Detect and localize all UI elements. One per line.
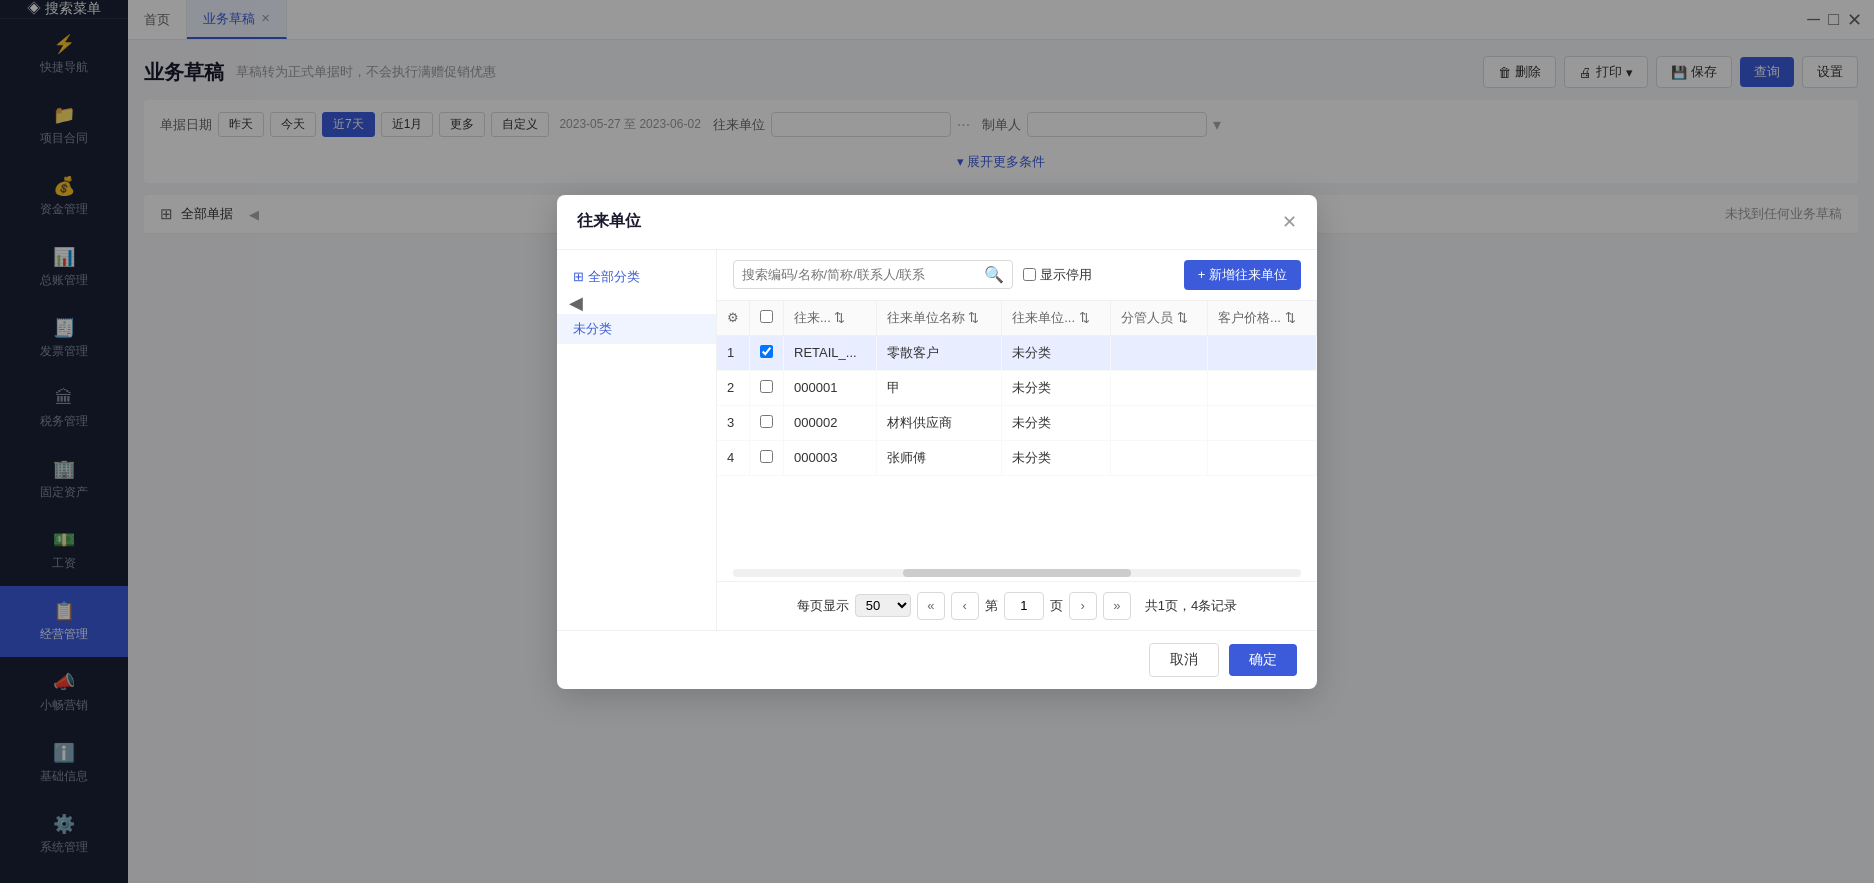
- show-disabled-label[interactable]: 显示停用: [1023, 266, 1092, 284]
- col-settings: ⚙: [717, 301, 750, 336]
- col-manager[interactable]: 分管人员 ⇅: [1111, 301, 1208, 336]
- row-num: 3: [717, 405, 750, 440]
- row-checkbox[interactable]: [750, 335, 784, 370]
- row-checkbox[interactable]: [750, 370, 784, 405]
- next-page-button[interactable]: ›: [1069, 592, 1097, 620]
- category-item-unclassified[interactable]: 未分类: [557, 314, 716, 344]
- row-manager: [1111, 370, 1208, 405]
- row-num: 2: [717, 370, 750, 405]
- row-checkbox[interactable]: [750, 440, 784, 475]
- dialog-right-panel: 🔍 显示停用 + 新增往来单位 ⚙ 往来... ⇅ 往来单位名称 ⇅: [717, 250, 1317, 630]
- scrollbar-thumb: [903, 569, 1130, 577]
- table-row[interactable]: 4 000003 张师傅 未分类: [717, 440, 1317, 475]
- row-name: 甲: [876, 370, 1002, 405]
- sort-icon: ⇅: [1177, 310, 1188, 325]
- dialog-left-panel: ⊞ 全部分类 ◀ 未分类: [557, 250, 717, 630]
- row-price: [1208, 405, 1317, 440]
- col-price[interactable]: 客户价格... ⇅: [1208, 301, 1317, 336]
- sort-icon: ⇅: [968, 310, 979, 325]
- col-category[interactable]: 往来单位... ⇅: [1002, 301, 1111, 336]
- confirm-button[interactable]: 确定: [1229, 644, 1297, 676]
- row-price: [1208, 335, 1317, 370]
- row-name: 零散客户: [876, 335, 1002, 370]
- row-code: RETAIL_...: [784, 335, 877, 370]
- per-page-select[interactable]: 50 100 200: [855, 594, 911, 617]
- page-label: 第: [985, 597, 998, 615]
- table-row[interactable]: 3 000002 材料供应商 未分类: [717, 405, 1317, 440]
- dialog-table-scroll[interactable]: ⚙ 往来... ⇅ 往来单位名称 ⇅ 往来单位... ⇅ 分管人员 ⇅ 客户价格…: [717, 301, 1317, 565]
- table-row[interactable]: 1 RETAIL_... 零散客户 未分类: [717, 335, 1317, 370]
- dialog-title: 往来单位: [577, 211, 641, 232]
- col-code[interactable]: 往来... ⇅: [784, 301, 877, 336]
- search-icon: 🔍: [984, 265, 1004, 284]
- page-input[interactable]: [1004, 592, 1044, 620]
- show-disabled-checkbox[interactable]: [1023, 268, 1036, 281]
- per-page-label: 每页显示: [797, 597, 849, 615]
- row-num: 4: [717, 440, 750, 475]
- row-manager: [1111, 405, 1208, 440]
- add-trading-unit-button[interactable]: + 新增往来单位: [1184, 260, 1301, 290]
- dialog-header: 往来单位 ✕: [557, 195, 1317, 250]
- prev-page-button[interactable]: ‹: [951, 592, 979, 620]
- dialog-body: ⊞ 全部分类 ◀ 未分类 🔍 显示停用 + 新增往来单位: [557, 250, 1317, 630]
- row-name: 张师傅: [876, 440, 1002, 475]
- dialog-table: ⚙ 往来... ⇅ 往来单位名称 ⇅ 往来单位... ⇅ 分管人员 ⇅ 客户价格…: [717, 301, 1317, 476]
- search-box: 🔍: [733, 260, 1013, 289]
- select-all-checkbox[interactable]: [760, 310, 773, 323]
- right-toolbar: 🔍 显示停用 + 新增往来单位: [717, 250, 1317, 301]
- cancel-button[interactable]: 取消: [1149, 643, 1219, 677]
- horizontal-scrollbar[interactable]: [733, 569, 1301, 577]
- sort-icon: ⇅: [1285, 310, 1296, 325]
- collapse-left-btn[interactable]: ◀: [557, 293, 595, 313]
- dialog-close-button[interactable]: ✕: [1282, 211, 1297, 233]
- sort-icon: ⇅: [1079, 310, 1090, 325]
- page-suffix: 页: [1050, 597, 1063, 615]
- row-checkbox[interactable]: [750, 405, 784, 440]
- row-manager: [1111, 440, 1208, 475]
- category-all[interactable]: ⊞ 全部分类: [557, 262, 716, 292]
- row-name: 材料供应商: [876, 405, 1002, 440]
- row-code: 000003: [784, 440, 877, 475]
- col-checkbox: [750, 301, 784, 336]
- table-row[interactable]: 2 000001 甲 未分类: [717, 370, 1317, 405]
- row-manager: [1111, 335, 1208, 370]
- first-page-button[interactable]: «: [917, 592, 945, 620]
- search-input[interactable]: [742, 267, 980, 282]
- row-code: 000001: [784, 370, 877, 405]
- last-page-button[interactable]: »: [1103, 592, 1131, 620]
- pagination: 每页显示 50 100 200 « ‹ 第 页 › » 共1页，4条记录: [717, 581, 1317, 630]
- grid-category-icon: ⊞: [573, 269, 584, 284]
- row-code: 000002: [784, 405, 877, 440]
- row-category: 未分类: [1002, 405, 1111, 440]
- total-label: 共1页，4条记录: [1145, 597, 1237, 615]
- col-name[interactable]: 往来单位名称 ⇅: [876, 301, 1002, 336]
- row-category: 未分类: [1002, 370, 1111, 405]
- dialog-footer: 取消 确定: [557, 630, 1317, 689]
- row-category: 未分类: [1002, 440, 1111, 475]
- row-num: 1: [717, 335, 750, 370]
- dialog-trading-unit: 往来单位 ✕ ⊞ 全部分类 ◀ 未分类 🔍 显示停用: [557, 195, 1317, 689]
- row-price: [1208, 440, 1317, 475]
- sort-icon: ⇅: [834, 310, 845, 325]
- row-category: 未分类: [1002, 335, 1111, 370]
- row-price: [1208, 370, 1317, 405]
